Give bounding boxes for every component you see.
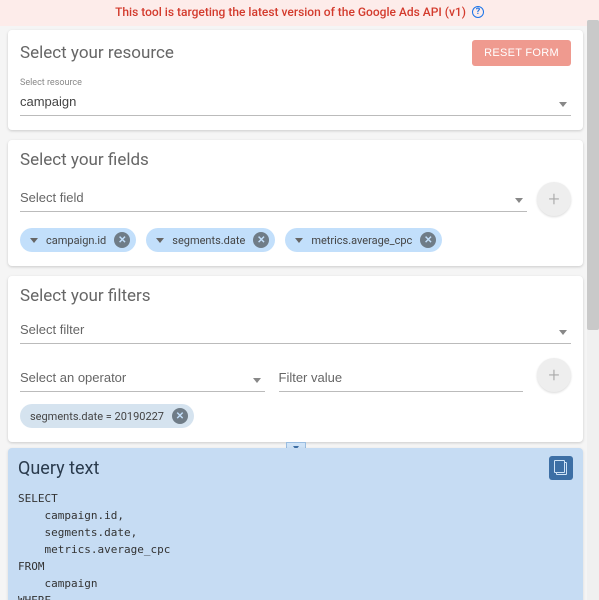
chevron-down-icon (515, 198, 523, 203)
filter-chip[interactable]: segments.date = 20190227 ✕ (20, 404, 194, 428)
main-scroll: Select your resource RESET FORM Select r… (0, 20, 587, 600)
fields-card: Select your fields + campaign.id ✕ segme… (8, 140, 583, 266)
resource-select[interactable] (20, 90, 571, 116)
field-select[interactable] (20, 186, 527, 212)
field-chip[interactable]: campaign.id ✕ (20, 228, 136, 252)
chevron-down-icon (30, 238, 38, 243)
filter-value-field[interactable] (279, 366, 524, 392)
remove-chip-icon[interactable]: ✕ (253, 232, 269, 248)
add-filter-button[interactable]: + (537, 358, 571, 392)
chevron-down-icon (156, 238, 164, 243)
resource-input[interactable] (20, 92, 559, 111)
filter-input[interactable] (20, 320, 559, 339)
fields-title: Select your fields (20, 150, 149, 170)
vertical-scrollbar[interactable] (587, 20, 599, 600)
filter-select[interactable] (20, 318, 571, 344)
copy-icon (556, 462, 567, 475)
remove-chip-icon[interactable]: ✕ (420, 232, 436, 248)
chevron-down-icon (559, 330, 567, 335)
banner-text: This tool is targeting the latest versio… (115, 5, 466, 19)
resource-card: Select your resource RESET FORM Select r… (8, 30, 583, 130)
filter-value-input[interactable] (279, 368, 524, 387)
chevron-down-icon (559, 102, 567, 107)
query-title: Query text (18, 458, 99, 479)
copy-query-button[interactable] (549, 456, 573, 480)
chevron-down-icon (295, 238, 303, 243)
help-icon[interactable]: ? (472, 6, 484, 18)
filters-title: Select your filters (20, 286, 151, 306)
query-card: Query text SELECT campaign.id, segments.… (8, 448, 583, 600)
resource-field-label: Select resource (20, 78, 571, 88)
chip-label: metrics.average_cpc (311, 234, 412, 247)
add-field-button[interactable]: + (537, 182, 571, 216)
operator-input[interactable] (20, 368, 253, 387)
reset-form-button[interactable]: RESET FORM (472, 40, 571, 66)
remove-chip-icon[interactable]: ✕ (114, 232, 130, 248)
query-text[interactable]: SELECT campaign.id, segments.date, metri… (18, 490, 573, 600)
resource-title: Select your resource (20, 43, 174, 63)
chevron-down-icon (253, 378, 261, 383)
chip-label: campaign.id (46, 234, 106, 247)
chip-label: segments.date (172, 234, 245, 247)
filter-chips: segments.date = 20190227 ✕ (20, 404, 571, 428)
scrollbar-thumb[interactable] (587, 20, 599, 330)
field-chip[interactable]: segments.date ✕ (146, 228, 275, 252)
chip-label: segments.date = 20190227 (30, 410, 164, 423)
remove-chip-icon[interactable]: ✕ (172, 408, 188, 424)
field-chip[interactable]: metrics.average_cpc ✕ (285, 228, 442, 252)
field-input[interactable] (20, 188, 515, 207)
field-chips: campaign.id ✕ segments.date ✕ metrics.av… (20, 228, 571, 252)
operator-select[interactable] (20, 366, 265, 392)
filters-card: Select your filters + segments.date = 20… (8, 276, 583, 442)
